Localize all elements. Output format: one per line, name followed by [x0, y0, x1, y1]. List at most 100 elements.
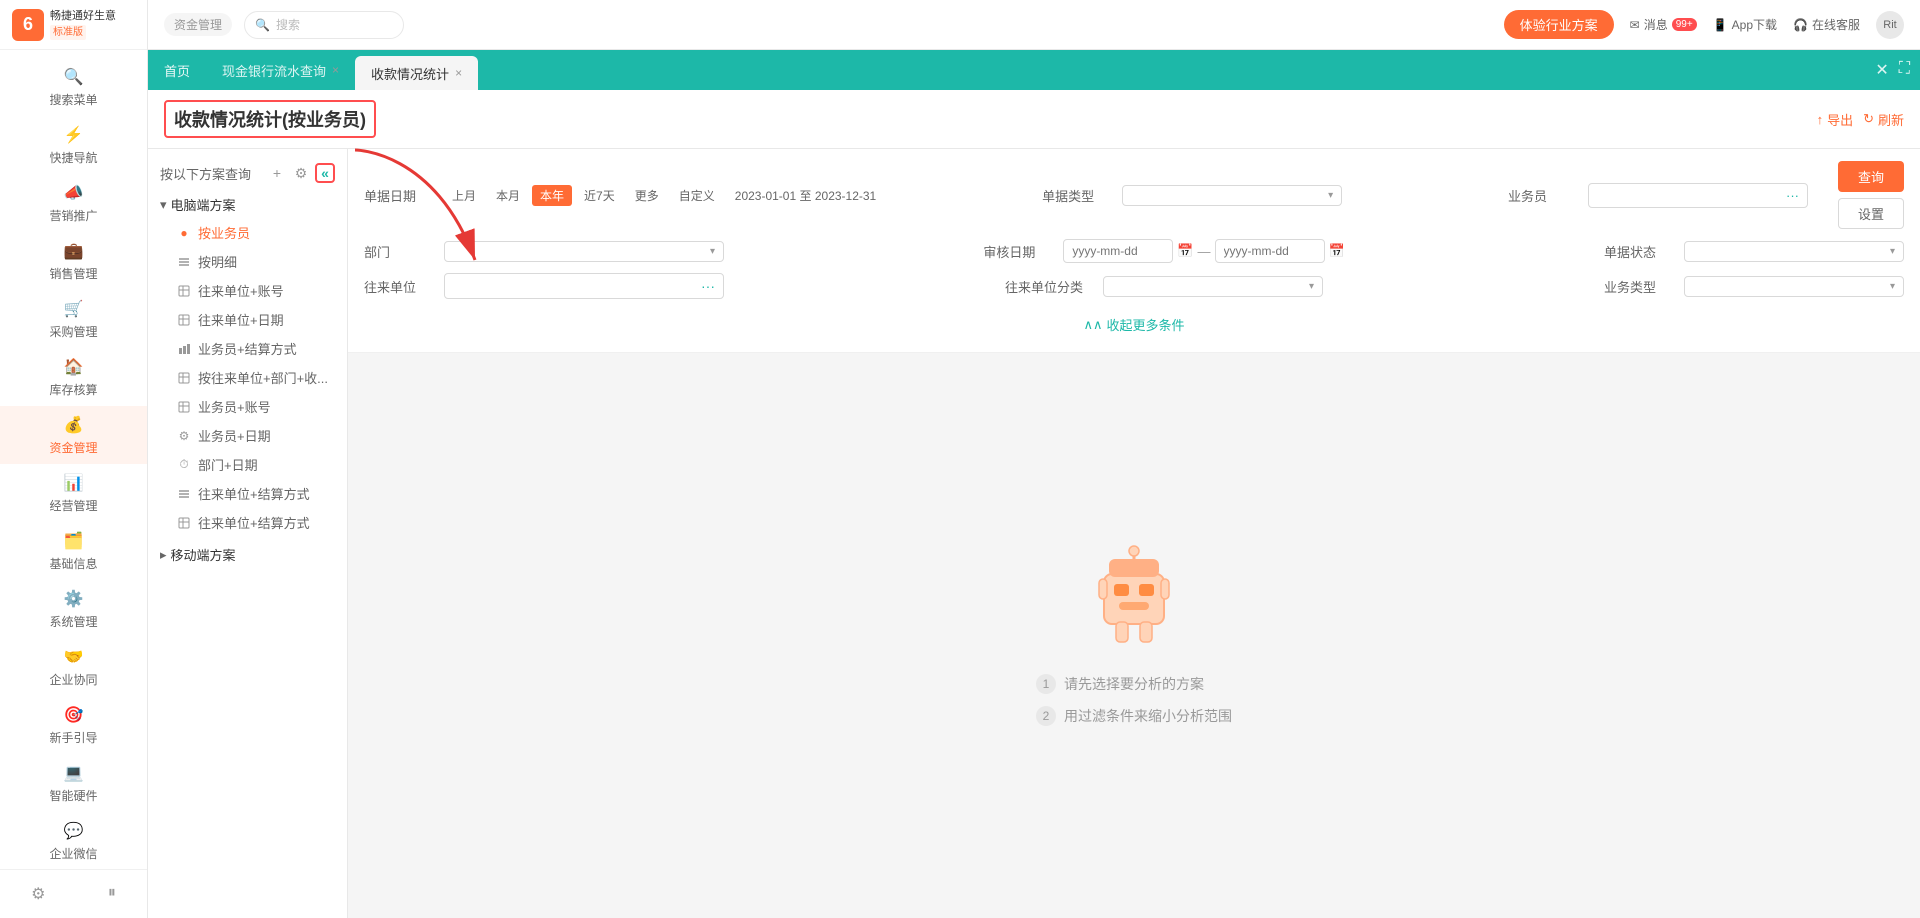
sidebar-item-search[interactable]: 🔍 搜索菜单	[0, 58, 147, 116]
trial-button[interactable]: 体验行业方案	[1504, 10, 1614, 39]
tab-cashflow[interactable]: 现金银行流水查询 ×	[206, 50, 355, 90]
messages-button[interactable]: ✉ 消息 99+	[1630, 16, 1697, 33]
app-download-button[interactable]: 📱 App下载	[1713, 16, 1777, 33]
tab-bar-actions: ✕ ⛶	[1875, 60, 1910, 80]
sidebar-item-quicknav[interactable]: ⚡ 快捷导航	[0, 116, 147, 174]
scheme-item-salesman[interactable]: ● 按业务员	[148, 218, 347, 247]
scheme-item-label: 部门+日期	[198, 455, 258, 474]
scheme-icon-bar	[176, 341, 192, 357]
salesman-select[interactable]: ···	[1588, 183, 1808, 208]
tab-label: 现金银行流水查询	[222, 61, 326, 80]
scheme-item-dept-date[interactable]: ⏱ 部门+日期	[148, 450, 347, 479]
mobile-scheme-label: 移动端方案	[171, 545, 236, 564]
sidebar-item-purchase[interactable]: 🛒 采购管理	[0, 290, 147, 348]
empty-step-2: 2 用过滤条件来缩小分析范围	[1036, 706, 1232, 726]
sidebar-item-label: 智能硬件	[49, 787, 97, 804]
tab-close-icon[interactable]: ×	[332, 63, 339, 77]
scheme-item-partner-dept[interactable]: 按往来单位+部门+收...	[148, 363, 347, 392]
tab-close-icon[interactable]: ×	[455, 66, 462, 80]
refresh-button[interactable]: ↻ 刷新	[1863, 110, 1904, 129]
scheme-item-detail[interactable]: 按明细	[148, 247, 347, 276]
date-btn-more[interactable]: 更多	[627, 185, 667, 206]
sidebar-item-label: 库存核算	[49, 381, 97, 398]
date-btn-7days[interactable]: 近7天	[576, 185, 623, 206]
date-btn-custom[interactable]: 自定义	[671, 185, 723, 206]
sales-icon: 💼	[63, 240, 85, 262]
fullscreen-icon[interactable]: ⛶	[1899, 60, 1910, 80]
partner-select[interactable]: ···	[444, 273, 724, 299]
sidebar-item-label: 营销推广	[49, 207, 97, 224]
partner-more-icon[interactable]: ···	[701, 278, 715, 294]
scheme-icon-table5	[176, 515, 192, 531]
step2-text: 用过滤条件来缩小分析范围	[1064, 706, 1232, 726]
audit-date-label: 审核日期	[983, 242, 1043, 261]
partner-cat-select[interactable]: ▾	[1103, 276, 1323, 297]
scheme-item-partner-settle2[interactable]: 往来单位+结算方式	[148, 508, 347, 537]
calendar-icon-2[interactable]: 📅	[1329, 243, 1345, 259]
biz-type-select[interactable]: ▾	[1684, 276, 1904, 297]
set-button[interactable]: 设置	[1838, 198, 1904, 229]
scheme-item-partner-settle1[interactable]: 往来单位+结算方式	[148, 479, 347, 508]
collapse-label: 收起更多条件	[1107, 315, 1185, 334]
collapse-panel-icon[interactable]: «	[315, 163, 335, 183]
doc-status-select[interactable]: ▾	[1684, 241, 1904, 262]
expand-icon: ▾	[160, 197, 167, 213]
sidebar-item-operations[interactable]: 📊 经营管理	[0, 464, 147, 522]
date-btn-this-month[interactable]: 本月	[488, 185, 528, 206]
sidebar-item-basic[interactable]: 🗂️ 基础信息	[0, 522, 147, 580]
sidebar-item-label: 快捷导航	[49, 149, 97, 166]
collapse-sidebar-icon[interactable]: ⏸	[102, 878, 122, 910]
sidebar-item-wechat[interactable]: 💬 企业微信	[0, 812, 147, 869]
sidebar: 6 畅捷通好生意 标准版 🔍 搜索菜单 ⚡ 快捷导航 📣 营销推广 💼 销售管理…	[0, 0, 148, 918]
scheme-item-partner-account[interactable]: 往来单位+账号	[148, 276, 347, 305]
desktop-scheme-header[interactable]: ▾ 电脑端方案	[148, 191, 347, 218]
scheme-settings-icon[interactable]: ⚙	[291, 163, 311, 183]
right-content: 单据日期 上月 本月 本年 近7天 更多 自定义 2023-01-01 至	[348, 149, 1920, 918]
mobile-scheme-header[interactable]: ▸ 移动端方案	[148, 541, 347, 568]
sidebar-item-guide[interactable]: 🎯 新手引导	[0, 696, 147, 754]
sidebar-item-enterprise[interactable]: 🤝 企业协同	[0, 638, 147, 696]
date-btn-this-year[interactable]: 本年	[532, 185, 572, 206]
sidebar-item-system[interactable]: ⚙️ 系统管理	[0, 580, 147, 638]
avatar[interactable]: Rit	[1876, 11, 1904, 39]
doc-status-label: 单据状态	[1604, 242, 1664, 261]
collapse-filter-button[interactable]: ∧∧ 收起更多条件	[364, 309, 1904, 340]
sidebar-item-inventory[interactable]: 🏠 库存核算	[0, 348, 147, 406]
search-menu-icon: 🔍	[63, 66, 85, 88]
more-icon[interactable]: ···	[1786, 188, 1799, 203]
page-title-box: 收款情况统计(按业务员)	[164, 100, 376, 138]
audit-date-start[interactable]	[1063, 239, 1173, 263]
export-button[interactable]: ↑ 导出	[1817, 110, 1854, 129]
marketing-icon: 📣	[63, 182, 85, 204]
panel-actions: + ⚙ «	[267, 163, 335, 183]
date-btn-last-month[interactable]: 上月	[444, 185, 484, 206]
logo-name: 畅捷通好生意	[50, 9, 116, 23]
scheme-item-label: 业务员+日期	[198, 426, 271, 445]
query-button[interactable]: 查询	[1838, 161, 1904, 192]
scheme-item-salesman-account[interactable]: 业务员+账号	[148, 392, 347, 421]
add-scheme-icon[interactable]: +	[267, 163, 287, 183]
dept-label: 部门	[364, 242, 424, 261]
scheme-item-salesman-date[interactable]: ⚙ 业务员+日期	[148, 421, 347, 450]
tab-home[interactable]: 首页	[148, 50, 206, 90]
settings-bottom-icon[interactable]: ⚙	[25, 878, 51, 910]
scheme-item-partner-date[interactable]: 往来单位+日期	[148, 305, 347, 334]
sidebar-item-marketing[interactable]: 📣 营销推广	[0, 174, 147, 232]
inventory-icon: 🏠	[63, 356, 85, 378]
calendar-icon[interactable]: 📅	[1177, 243, 1193, 259]
online-service-button[interactable]: 🎧 在线客服	[1793, 16, 1860, 33]
audit-date-end[interactable]	[1215, 239, 1325, 263]
sidebar-item-sales[interactable]: 💼 销售管理	[0, 232, 147, 290]
desktop-scheme-group: ▾ 电脑端方案 ● 按业务员 按明细	[148, 191, 347, 537]
main-content: 资金管理 🔍 搜索 体验行业方案 ✉ 消息 99+ 📱 App下载 🎧 在线客服	[148, 0, 1920, 918]
tab-receipts[interactable]: 收款情况统计 ×	[355, 56, 478, 90]
dept-select[interactable]: ▾	[444, 241, 724, 262]
close-all-tabs-icon[interactable]: ✕	[1875, 60, 1888, 80]
sidebar-item-finance[interactable]: 💰 资金管理	[0, 406, 147, 464]
scheme-item-label: 按业务员	[198, 223, 250, 242]
app-download-label: App下载	[1732, 16, 1777, 33]
sidebar-item-hardware[interactable]: 💻 智能硬件	[0, 754, 147, 812]
sidebar-nav: 🔍 搜索菜单 ⚡ 快捷导航 📣 营销推广 💼 销售管理 🛒 采购管理 🏠 库存核…	[0, 50, 147, 869]
doc-type-select[interactable]: ▾	[1122, 185, 1342, 206]
scheme-item-salesman-settle[interactable]: 业务员+结算方式	[148, 334, 347, 363]
